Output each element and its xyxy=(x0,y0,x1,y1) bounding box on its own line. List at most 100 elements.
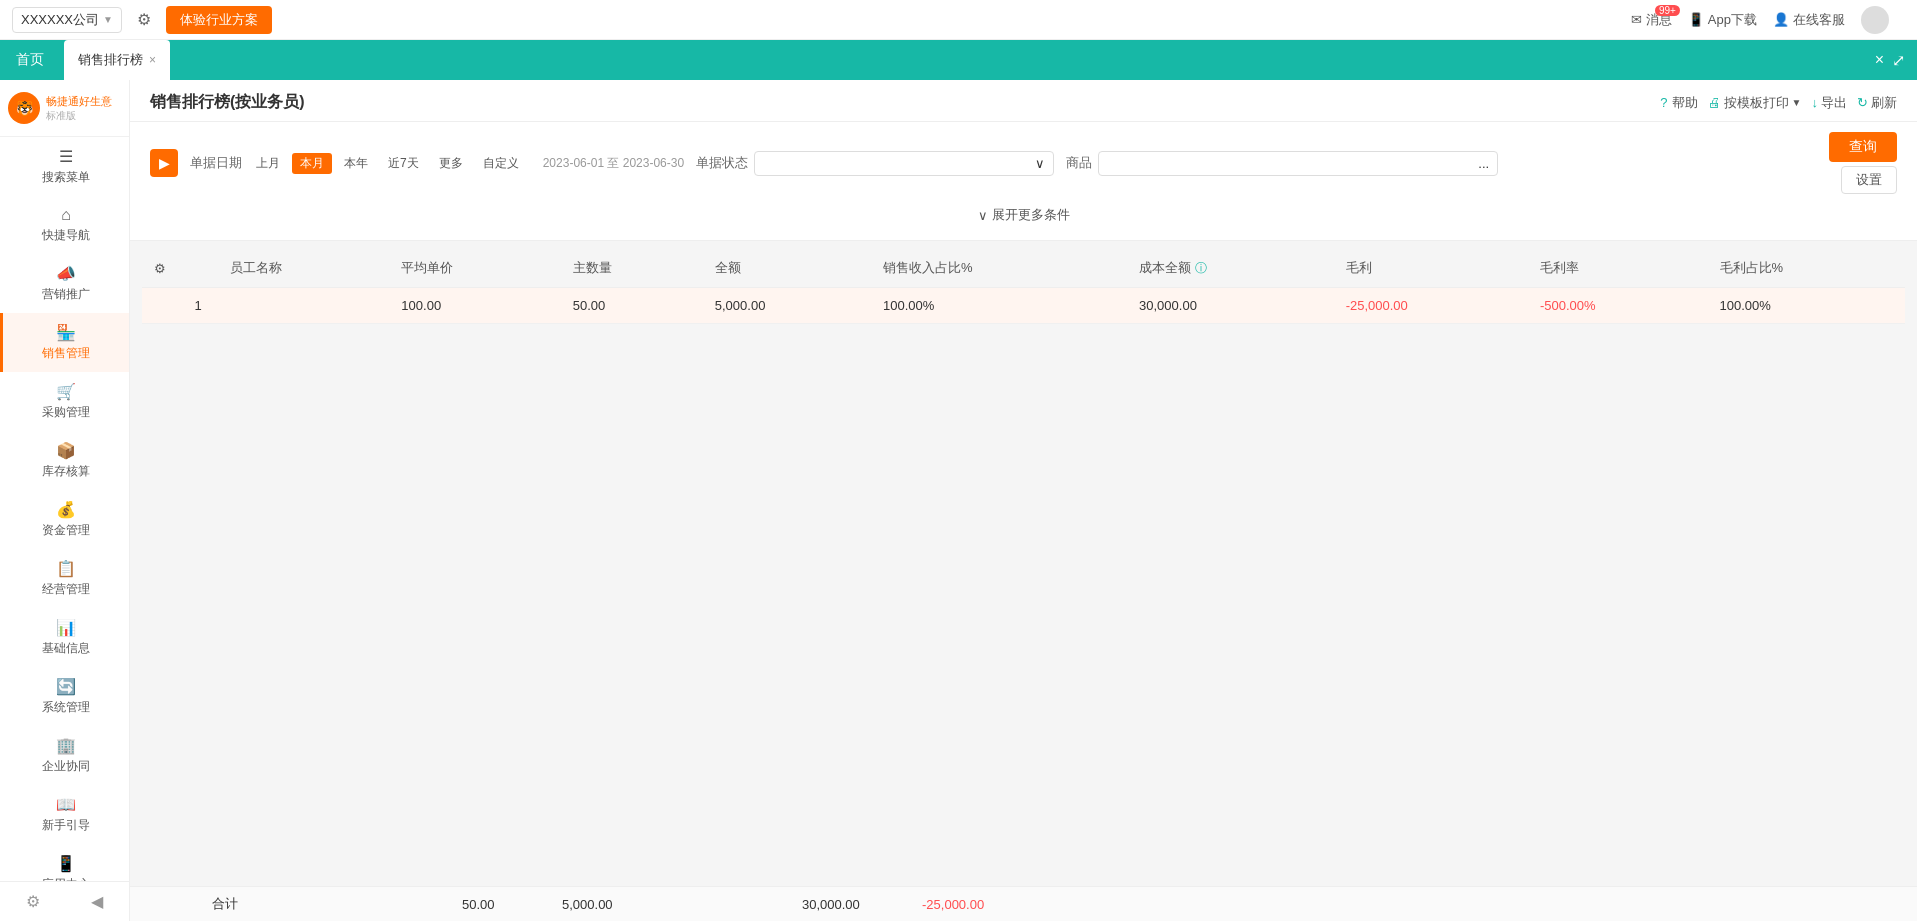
footer-cell-empty2 xyxy=(160,887,200,921)
avatar[interactable] xyxy=(1861,6,1889,34)
goods-filter: 商品 ... xyxy=(1066,151,1498,176)
date-tab-cur-month[interactable]: 本月 xyxy=(292,153,332,174)
cell-cost: 30,000.00 xyxy=(1127,288,1334,324)
help-label: 帮助 xyxy=(1672,94,1698,112)
status-select[interactable]: ∨ xyxy=(754,151,1054,176)
status-filter: 单据状态 ∨ xyxy=(696,151,1054,176)
tab-bar-right: × ⤢ xyxy=(1875,51,1917,70)
col-employee-name: 员工名称 xyxy=(218,249,389,288)
company-selector[interactable]: XXXXXX公司 ▼ xyxy=(12,7,122,33)
sidebar-settings-icon[interactable]: ⚙ xyxy=(26,892,40,911)
sidebar-collapse-icon[interactable]: ◀ xyxy=(91,892,103,911)
sidebar-item-label: 新手引导 xyxy=(42,817,90,834)
col-settings[interactable]: ⚙ xyxy=(142,249,178,288)
window-close-icon[interactable]: × xyxy=(1875,51,1884,69)
tab-home[interactable]: 首页 xyxy=(0,40,60,80)
settings-icon[interactable]: ⚙ xyxy=(130,6,158,34)
tab-close-icon[interactable]: × xyxy=(149,53,156,67)
sidebar-item-label: 基础信息 xyxy=(42,640,90,657)
refresh-button[interactable]: ↻ 刷新 xyxy=(1857,94,1897,112)
date-filter: 单据日期 上月 本月 本年 近7天 更多 自定义 xyxy=(190,153,527,174)
help-button[interactable]: ? 帮助 xyxy=(1660,94,1697,112)
header-actions: ? 帮助 🖨 按模板打印 ▼ ↓ 导出 ↻ 刷新 xyxy=(1660,94,1897,112)
message-button[interactable]: ✉ 消息 99+ xyxy=(1631,11,1672,29)
filter-toggle-btn[interactable]: ▶ xyxy=(150,149,178,177)
finance-icon: 💰 xyxy=(56,500,76,519)
sidebar-item-label: 库存核算 xyxy=(42,463,90,480)
filter-row: ▶ 单据日期 上月 本月 本年 近7天 更多 自定义 2023-06-01 至 xyxy=(150,132,1897,194)
guide-icon: 📖 xyxy=(56,795,76,814)
sidebar-item-app-center[interactable]: 📱 应用中心 xyxy=(0,844,129,881)
operations-icon: 📋 xyxy=(56,559,76,578)
table-header-row: ⚙ 员工名称 平均单价 主数量 全额 销售收入占比% 成本全额 ⓘ 毛利 毛利率… xyxy=(142,249,1905,288)
sales-icon: 🏪 xyxy=(56,323,76,342)
sidebar-item-quick-nav[interactable]: ⌂ 快捷导航 xyxy=(0,196,129,254)
date-tab-cur-year[interactable]: 本年 xyxy=(336,153,376,174)
print-button[interactable]: 🖨 按模板打印 ▼ xyxy=(1708,94,1802,112)
sidebar-item-marketing[interactable]: 📣 营销推广 xyxy=(0,254,129,313)
expand-more-wrap: ∨ 展开更多条件 xyxy=(150,200,1897,230)
sidebar-item-sales[interactable]: 🏪 销售管理 xyxy=(0,313,129,372)
main-layout: 🐯 畅捷通好生意标准版 ☰ 搜索菜单 ⌂ 快捷导航 📣 营销推广 🏪 销售管理 … xyxy=(0,80,1917,921)
sidebar-item-label: 资金管理 xyxy=(42,522,90,539)
trial-button[interactable]: 体验行业方案 xyxy=(166,6,272,34)
filter-settings-button[interactable]: 设置 xyxy=(1841,166,1897,194)
goods-more-icon: ... xyxy=(1478,156,1489,171)
date-label: 单据日期 xyxy=(190,154,242,172)
help-icon: ? xyxy=(1660,95,1667,110)
export-button[interactable]: ↓ 导出 xyxy=(1812,94,1848,112)
sidebar-bottom: ⚙ ◀ xyxy=(0,881,129,921)
status-label: 单据状态 xyxy=(696,154,748,172)
online-service-label: 在线客服 xyxy=(1793,11,1845,29)
footer-cell-empty1 xyxy=(130,887,160,921)
sidebar-item-base-info[interactable]: 📊 基础信息 xyxy=(0,608,129,667)
sidebar-item-purchase[interactable]: 🛒 采购管理 xyxy=(0,372,129,431)
cost-info-icon[interactable]: ⓘ xyxy=(1195,261,1207,275)
date-tab-more[interactable]: 更多 xyxy=(431,153,471,174)
chevron-down-icon: ▼ xyxy=(103,14,113,25)
sidebar-item-label: 销售管理 xyxy=(42,345,90,362)
sidebar-item-search[interactable]: ☰ 搜索菜单 xyxy=(0,137,129,196)
table-head: ⚙ 员工名称 平均单价 主数量 全额 销售收入占比% 成本全额 ⓘ 毛利 毛利率… xyxy=(142,249,1905,288)
sidebar-item-guide[interactable]: 📖 新手引导 xyxy=(0,785,129,844)
col-cost: 成本全额 ⓘ xyxy=(1127,249,1334,288)
data-table: ⚙ 员工名称 平均单价 主数量 全额 销售收入占比% 成本全额 ⓘ 毛利 毛利率… xyxy=(142,249,1905,324)
app-center-icon: 📱 xyxy=(56,854,76,873)
sidebar-item-enterprise[interactable]: 🏢 企业协同 xyxy=(0,726,129,785)
app-download-label: App下载 xyxy=(1708,11,1757,29)
tab-sales-ranking[interactable]: 销售排行榜 × xyxy=(64,40,170,80)
goods-select[interactable]: ... xyxy=(1098,151,1498,176)
expand-label: 展开更多条件 xyxy=(992,206,1070,224)
col-rank xyxy=(178,249,218,288)
col-sales-pct: 销售收入占比% xyxy=(871,249,1127,288)
date-tab-custom[interactable]: 自定义 xyxy=(475,153,527,174)
app-download-button[interactable]: 📱 App下载 xyxy=(1688,11,1757,29)
footer-amount: 5,000.00 xyxy=(550,887,670,921)
expand-icon: ∨ xyxy=(978,208,988,223)
inventory-icon: 📦 xyxy=(56,441,76,460)
cell-sales-pct: 100.00% xyxy=(871,288,1127,324)
footer-gross-pct xyxy=(1150,887,1917,921)
footer-row: 合计 50.00 5,000.00 30,000.00 -25,000.00 xyxy=(130,887,1917,921)
footer-table: 合计 50.00 5,000.00 30,000.00 -25,000.00 xyxy=(130,887,1917,921)
refresh-label: 刷新 xyxy=(1871,94,1897,112)
cell-gross-rate: -500.00% xyxy=(1528,288,1708,324)
cell-amount: 5,000.00 xyxy=(703,288,871,324)
top-right-area: ✉ 消息 99+ 📱 App下载 👤 在线客服 xyxy=(1631,6,1905,34)
window-expand-icon[interactable]: ⤢ xyxy=(1892,51,1905,70)
system-icon: 🔄 xyxy=(56,677,76,696)
date-tab-prev-month[interactable]: 上月 xyxy=(248,153,288,174)
sidebar-item-label: 营销推广 xyxy=(42,286,90,303)
sidebar-item-operations[interactable]: 📋 经营管理 xyxy=(0,549,129,608)
online-service-button[interactable]: 👤 在线客服 xyxy=(1773,11,1845,29)
sidebar-item-system[interactable]: 🔄 系统管理 xyxy=(0,667,129,726)
query-button[interactable]: 查询 xyxy=(1829,132,1897,162)
sidebar-item-finance[interactable]: 💰 资金管理 xyxy=(0,490,129,549)
page-header: 销售排行榜(按业务员) ? 帮助 🖨 按模板打印 ▼ ↓ 导出 ↻ 刷新 xyxy=(130,80,1917,122)
expand-more-button[interactable]: ∨ 展开更多条件 xyxy=(150,200,1897,230)
date-tab-7days[interactable]: 近7天 xyxy=(380,153,427,174)
home-icon: ⌂ xyxy=(61,206,71,224)
sidebar-item-inventory[interactable]: 📦 库存核算 xyxy=(0,431,129,490)
cell-settings xyxy=(142,288,178,324)
status-chevron-icon: ∨ xyxy=(1035,156,1045,171)
